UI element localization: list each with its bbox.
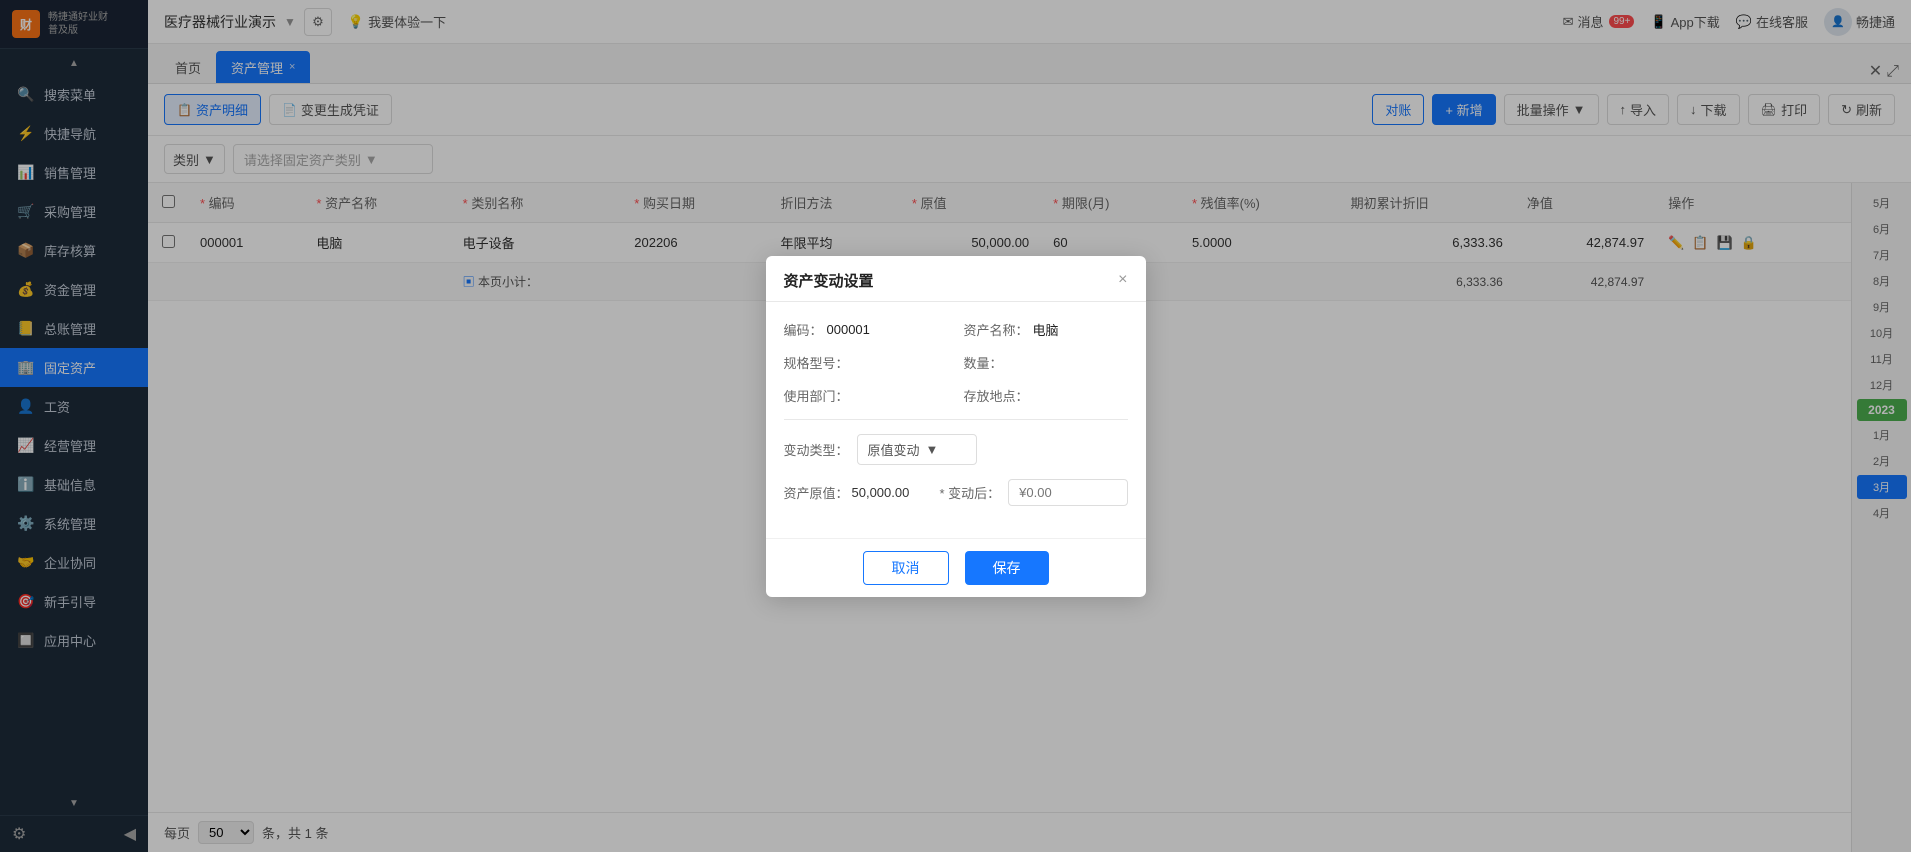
- modal-row-2: 规格型号： 数量：: [784, 353, 1128, 372]
- change-type-label: 变动类型：: [784, 440, 849, 459]
- code-label: 编码：: [784, 320, 823, 339]
- save-button[interactable]: 保存: [965, 551, 1049, 585]
- asset-value-display: 50,000.00: [852, 485, 932, 500]
- modal-divider: [784, 419, 1128, 420]
- modal-row-1: 编码： 000001 资产名称： 电脑: [784, 320, 1128, 339]
- modal-value-row: 资产原值： 50,000.00 * 变动后：: [784, 479, 1128, 506]
- page-content: 📋 资产明细 📄 变更生成凭证 对账 + 新增 批量操作 ▼: [148, 84, 1911, 852]
- modal-title: 资产变动设置: [784, 270, 874, 291]
- modal-close-btn[interactable]: ×: [1118, 271, 1127, 289]
- modal-dept-field: 使用部门：: [784, 386, 948, 405]
- dept-label: 使用部门：: [784, 386, 849, 405]
- asset-name-label: 资产名称：: [964, 320, 1029, 339]
- quantity-label: 数量：: [964, 353, 1003, 372]
- modal-overlay: 资产变动设置 × 编码： 000001 资产名称： 电脑: [148, 84, 1911, 852]
- main-area: 医疗器械行业演示 ▼ ⚙ 💡 我要体验一下 ✉ 消息 99+ 📱 App下载 💬…: [148, 0, 1911, 852]
- modal-header: 资产变动设置 ×: [766, 256, 1146, 302]
- code-value: 000001: [827, 322, 870, 337]
- modal-quantity-field: 数量：: [964, 353, 1128, 372]
- modal-code-field: 编码： 000001: [784, 320, 948, 339]
- modal-location-field: 存放地点：: [964, 386, 1128, 405]
- asset-change-modal: 资产变动设置 × 编码： 000001 资产名称： 电脑: [766, 256, 1146, 597]
- modal-body: 编码： 000001 资产名称： 电脑 规格型号：: [766, 302, 1146, 538]
- change-type-select[interactable]: 原值变动 ▼: [857, 434, 977, 465]
- spec-label: 规格型号：: [784, 353, 849, 372]
- modal-footer: 取消 保存: [766, 538, 1146, 597]
- location-label: 存放地点：: [964, 386, 1029, 405]
- change-type-dropdown-icon: ▼: [926, 442, 939, 457]
- modal-change-type-row: 变动类型： 原值变动 ▼: [784, 434, 1128, 465]
- modal-spec-field: 规格型号：: [784, 353, 948, 372]
- modal-row-3: 使用部门： 存放地点：: [784, 386, 1128, 405]
- modal-asset-name-field: 资产名称： 电脑: [964, 320, 1128, 339]
- asset-value-label: 资产原值：: [784, 483, 844, 502]
- after-change-label: * 变动后：: [940, 483, 1001, 502]
- asset-name-value: 电脑: [1033, 320, 1059, 339]
- after-change-input[interactable]: [1008, 479, 1128, 506]
- change-type-value: 原值变动: [868, 440, 920, 459]
- cancel-button[interactable]: 取消: [863, 551, 949, 585]
